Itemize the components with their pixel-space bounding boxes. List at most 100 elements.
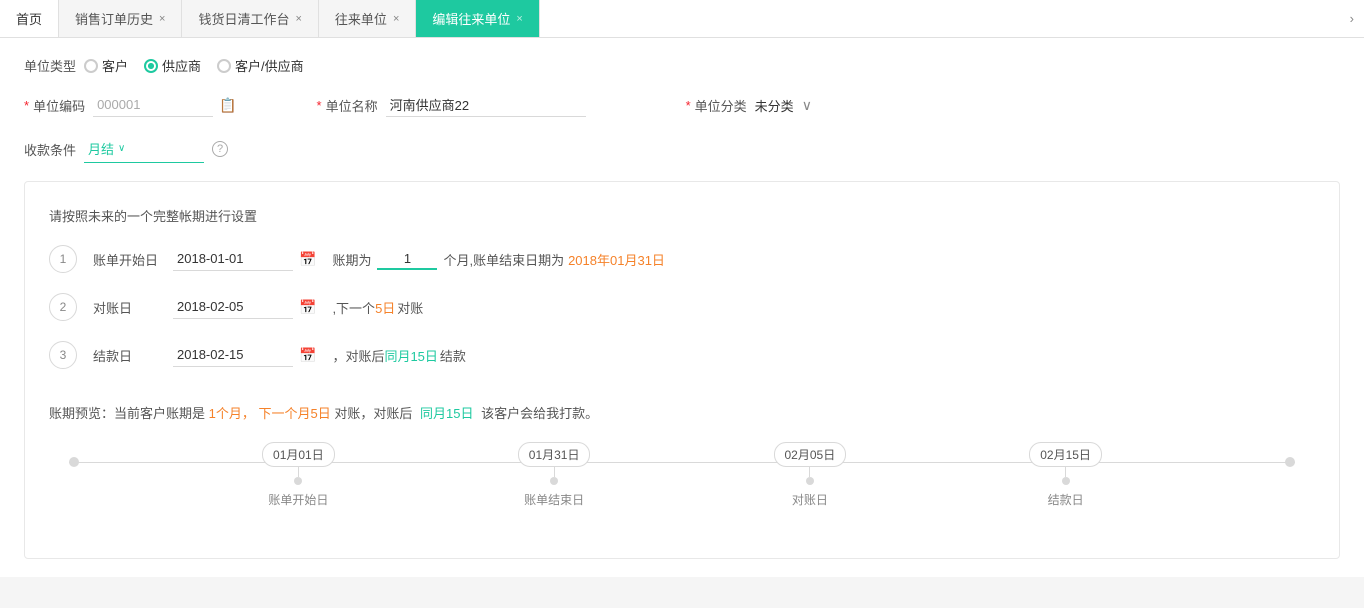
name-input[interactable] — [386, 93, 586, 117]
timeline-tag-2: 01月31日 — [518, 442, 591, 467]
category-dropdown-icon[interactable]: ∨ — [802, 97, 812, 114]
tab-sales-history-label: 销售订单历史 — [75, 9, 153, 28]
tab-cash-work-close[interactable]: × — [295, 13, 301, 25]
collect-row: 收款条件 月结 ∨ ? — [24, 135, 1340, 163]
step-3-calendar-icon[interactable]: 📅 — [299, 347, 316, 364]
tab-edit-partner-label: 编辑往来单位 — [432, 9, 510, 28]
tab-more-button[interactable]: › — [1340, 0, 1364, 37]
preview-p1: 1个月， — [209, 406, 255, 421]
radio-supplier-circle — [144, 59, 158, 73]
timeline-tag-1: 01月01日 — [262, 442, 335, 467]
timeline-connector-2 — [554, 467, 555, 477]
tab-home-label: 首页 — [16, 9, 42, 28]
radio-both-circle — [217, 59, 231, 73]
step-3-desc-prefix: ，对账后 — [332, 346, 384, 365]
radio-customer[interactable]: 客户 — [84, 56, 128, 75]
timeline-container: 01月01日 账单开始日 01月31日 账单结束日 02月05日 — [49, 442, 1315, 538]
tab-partner[interactable]: 往来单位 × — [319, 0, 416, 37]
radio-customer-label: 客户 — [102, 56, 128, 75]
code-input[interactable] — [93, 93, 213, 117]
step-1-num: 1 — [49, 245, 77, 273]
tab-bar: 首页 销售订单历史 × 钱货日清工作台 × 往来单位 × 编辑往来单位 × › — [0, 0, 1364, 38]
step-2-desc-prefix: ,下一个 — [332, 298, 375, 317]
preview-row: 账期预览：当前客户账期是 1个月， 下一个月5日 对账，对账后 同月15日 该客… — [49, 389, 1315, 422]
unit-type-label: 单位类型 — [24, 56, 76, 75]
tab-sales-history-close[interactable]: × — [159, 13, 165, 25]
collect-select[interactable]: 月结 ∨ — [84, 135, 204, 163]
tab-edit-partner[interactable]: 编辑往来单位 × — [416, 0, 539, 37]
panel: 请按照未来的一个完整帐期进行设置 1 账单开始日 📅 账期为 个月,账单结束日期… — [24, 181, 1340, 559]
unit-type-radio-group: 客户 供应商 客户/供应商 — [84, 56, 304, 75]
dot-right — [1285, 457, 1295, 467]
step-3-num: 3 — [49, 341, 77, 369]
step-3-desc-suffix: 结款 — [440, 346, 466, 365]
tab-cash-work[interactable]: 钱货日清工作台 × — [182, 0, 318, 37]
step-2-label: 对账日 — [93, 298, 173, 317]
timeline-right-dot — [1285, 457, 1295, 467]
timeline-label-4: 结款日 — [1048, 491, 1084, 508]
timeline-label-1: 账单开始日 — [268, 491, 328, 508]
category-required-star: * — [686, 98, 691, 113]
radio-supplier-label: 供应商 — [162, 56, 201, 75]
step-3-date[interactable] — [173, 343, 293, 367]
chevron-right-icon: › — [1350, 11, 1354, 26]
tab-home[interactable]: 首页 — [0, 0, 59, 37]
category-value: 未分类 — [755, 96, 794, 115]
radio-customer-circle — [84, 59, 98, 73]
tab-partner-close[interactable]: × — [393, 13, 399, 25]
radio-both-label: 客户/供应商 — [235, 56, 304, 75]
dot-left — [69, 457, 79, 467]
step-3-label: 结款日 — [93, 346, 173, 365]
collect-select-value: 月结 — [88, 139, 114, 158]
radio-supplier[interactable]: 供应商 — [144, 56, 201, 75]
name-label: 单位名称 — [326, 96, 378, 115]
step-row-3: 3 结款日 📅 ，对账后 同月15日 结款 — [49, 341, 1315, 369]
step-2-desc-highlight: 5日 — [375, 298, 395, 317]
tab-sales-history[interactable]: 销售订单历史 × — [59, 0, 182, 37]
preview-p2: 下一个月5日 — [259, 406, 331, 421]
timeline-connector-4 — [1065, 467, 1066, 477]
panel-title: 请按照未来的一个完整帐期进行设置 — [49, 206, 1315, 225]
tab-partner-label: 往来单位 — [335, 9, 387, 28]
preview-prefix: 账期预览：当前客户账期是 — [49, 406, 205, 421]
step-row-2: 2 对账日 📅 ,下一个 5日 对账 — [49, 293, 1315, 321]
radio-both[interactable]: 客户/供应商 — [217, 56, 304, 75]
step-1-period-input[interactable] — [377, 249, 437, 270]
step-3-desc-highlight: 同月15日 — [384, 346, 437, 365]
preview-p3: 同月15日 — [420, 406, 473, 421]
name-field-group: * 单位名称 — [317, 93, 586, 117]
code-name-category-row: * 单位编码 📋 * 单位名称 * 单位分类 未分类 ∨ — [24, 93, 1340, 117]
code-required-star: * — [24, 98, 29, 113]
step-2-date[interactable] — [173, 295, 293, 319]
main-content: 单位类型 客户 供应商 客户/供应商 * 单位编码 📋 * 单位名称 — [0, 38, 1364, 577]
timeline-label-2: 账单结束日 — [524, 491, 584, 508]
step-1-date[interactable] — [173, 247, 293, 271]
timeline-tag-4: 02月15日 — [1029, 442, 1102, 467]
tab-cash-work-label: 钱货日清工作台 — [198, 9, 289, 28]
timeline-node-3: 02月05日 对账日 — [774, 442, 847, 508]
help-icon[interactable]: ? — [212, 141, 228, 157]
code-field-group: * 单位编码 📋 — [24, 93, 237, 117]
timeline-dot-1 — [294, 477, 302, 485]
step-row-1: 1 账单开始日 📅 账期为 个月,账单结束日期为 2018年01月31日 — [49, 245, 1315, 273]
collect-dropdown-icon: ∨ — [118, 143, 125, 154]
timeline: 01月01日 账单开始日 01月31日 账单结束日 02月05日 — [69, 442, 1295, 508]
timeline-tag-3: 02月05日 — [774, 442, 847, 467]
step-1-calendar-icon[interactable]: 📅 — [299, 251, 316, 268]
timeline-label-3: 对账日 — [792, 491, 828, 508]
timeline-dot-4 — [1062, 477, 1070, 485]
timeline-left-dot — [69, 457, 79, 467]
unit-type-row: 单位类型 客户 供应商 客户/供应商 — [24, 56, 1340, 75]
timeline-node-2: 01月31日 账单结束日 — [518, 442, 591, 508]
step-1-period-label: 账期为 — [332, 250, 371, 269]
preview-mid: 对账，对账后 — [334, 406, 412, 421]
step-1-period-end: 2018年01月31日 — [568, 250, 665, 269]
timeline-node-1: 01月01日 账单开始日 — [262, 442, 335, 508]
timeline-dot-2 — [550, 477, 558, 485]
code-label: 单位编码 — [33, 96, 85, 115]
step-2-calendar-icon[interactable]: 📅 — [299, 299, 316, 316]
timeline-connector-1 — [298, 467, 299, 477]
category-field-group: * 单位分类 未分类 ∨ — [686, 96, 812, 115]
copy-icon[interactable]: 📋 — [219, 97, 236, 114]
tab-edit-partner-close[interactable]: × — [516, 13, 522, 25]
